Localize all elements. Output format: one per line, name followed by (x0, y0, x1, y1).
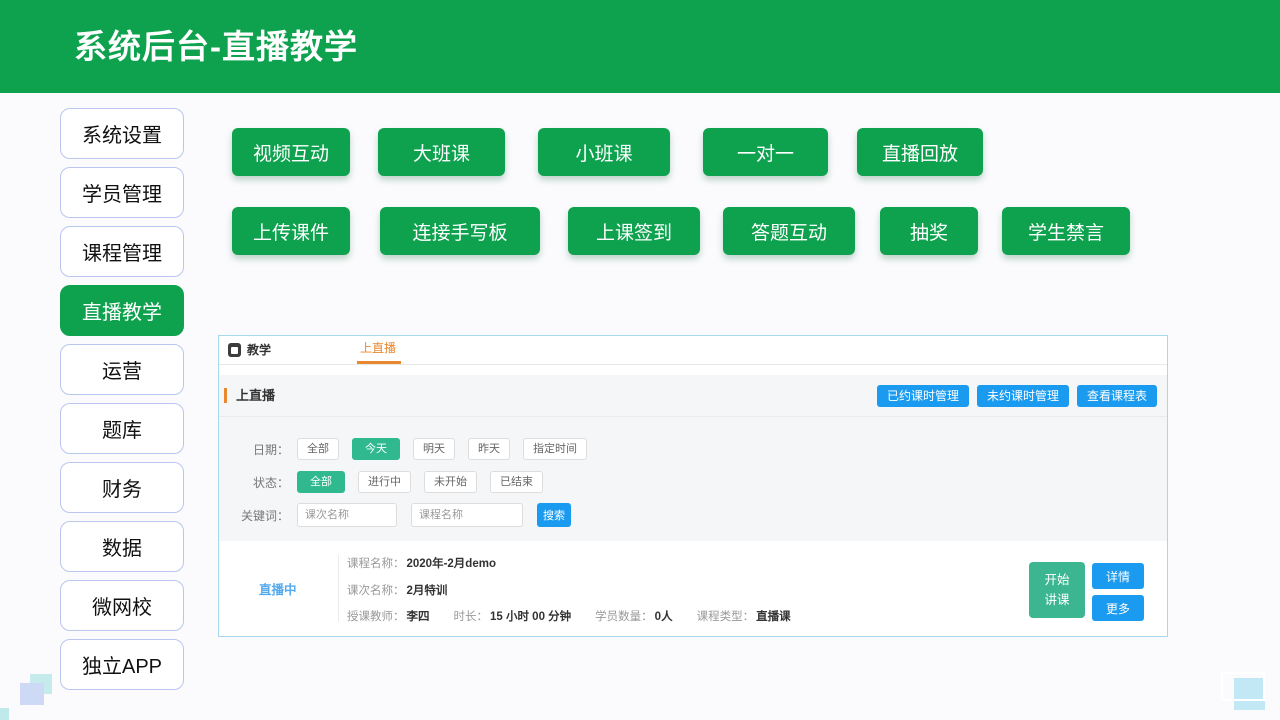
date-option-custom[interactable]: 指定时间 (523, 438, 587, 460)
feature-small-class[interactable]: 小班课 (538, 128, 670, 176)
live-status-badge: 直播中 (259, 541, 297, 636)
teaching-app-icon (228, 343, 241, 357)
start-teaching-button[interactable]: 开始讲课 (1029, 562, 1085, 618)
search-button[interactable]: 搜索 (537, 503, 571, 527)
course-name-row: 课程名称： 2020年-2月demo (347, 557, 520, 571)
date-option-today[interactable]: 今天 (352, 438, 400, 460)
sidebar-item-standalone-app[interactable]: 独立APP (60, 639, 184, 690)
duration-value: 15 小时 00 分钟 (490, 610, 571, 624)
status-option-all[interactable]: 全部 (297, 471, 345, 493)
sidebar-item-course-management[interactable]: 课程管理 (60, 226, 184, 277)
feature-one-on-one[interactable]: 一对一 (703, 128, 828, 176)
course-row: 直播中 课程名称： 2020年-2月demo 课次名称： 2月特训 授课教师： … (219, 541, 1167, 636)
sidebar-item-system-settings[interactable]: 系统设置 (60, 108, 184, 159)
session-name-value: 2月特训 (407, 584, 448, 598)
decorative-square-corner (0, 708, 9, 720)
filter-row-date: 日期： 全部 今天 明天 昨天 指定时间 (237, 437, 600, 461)
page-banner: 系统后台-直播教学 (0, 0, 1280, 93)
feature-live-replay[interactable]: 直播回放 (857, 128, 983, 176)
session-name-row: 课次名称： 2月特训 (347, 584, 471, 598)
status-option-ongoing[interactable]: 进行中 (358, 471, 411, 493)
course-name-label: 课程名称： (347, 557, 405, 571)
date-filter-label: 日期： (237, 441, 289, 458)
detail-button[interactable]: 详情 (1092, 563, 1144, 589)
section-title: 上直播 (224, 388, 275, 403)
more-button[interactable]: 更多 (1092, 595, 1144, 621)
sidebar-item-question-bank[interactable]: 题库 (60, 403, 184, 454)
status-option-ended[interactable]: 已结束 (490, 471, 543, 493)
filter-row-keyword: 关键词： 搜索 (237, 503, 571, 527)
feature-connect-tablet[interactable]: 连接手写板 (380, 207, 540, 255)
sidebar-item-operations[interactable]: 运营 (60, 344, 184, 395)
section-header: 上直播 已约课时管理 未约课时管理 查看课程表 (219, 375, 1167, 417)
date-option-all[interactable]: 全部 (297, 438, 339, 460)
feature-class-signin[interactable]: 上课签到 (568, 207, 700, 255)
students-label: 学员数量： (595, 610, 653, 624)
view-timetable-button[interactable]: 查看课程表 (1077, 385, 1157, 407)
status-option-not-started[interactable]: 未开始 (424, 471, 477, 493)
tab-go-live[interactable]: 上直播 (360, 336, 396, 361)
status-filter-label: 状态： (237, 474, 289, 491)
section-actions: 已约课时管理 未约课时管理 查看课程表 (877, 385, 1157, 407)
teacher-value: 李四 (407, 610, 430, 624)
decorative-square-outline (1221, 672, 1265, 701)
course-meta-row: 授课教师： 李四 时长： 15 小时 00 分钟 学员数量： 0人 课程类型： … (347, 610, 815, 624)
feature-quiz-interaction[interactable]: 答题互动 (723, 207, 855, 255)
sidebar-item-micro-school[interactable]: 微网校 (60, 580, 184, 631)
date-option-yesterday[interactable]: 昨天 (468, 438, 510, 460)
course-type-label: 课程类型： (697, 610, 755, 624)
course-name-input[interactable] (411, 503, 523, 527)
sidebar-item-data[interactable]: 数据 (60, 521, 184, 572)
tab-active-underline (357, 361, 401, 364)
course-name-value: 2020年-2月demo (407, 557, 496, 571)
feature-upload-courseware[interactable]: 上传课件 (232, 207, 350, 255)
duration-label: 时长： (454, 610, 489, 624)
feature-lottery[interactable]: 抽奖 (880, 207, 978, 255)
divider (338, 555, 339, 622)
nav-app-label: 教学 (247, 336, 271, 364)
admin-panel-screenshot: 教学 上直播 上直播 已约课时管理 未约课时管理 查看课程表 日期： 全部 今天… (218, 335, 1168, 637)
panel-nav-bar: 教学 上直播 (219, 336, 1167, 365)
session-name-input[interactable] (297, 503, 397, 527)
page-title: 系统后台-直播教学 (74, 0, 358, 93)
sidebar-item-student-management[interactable]: 学员管理 (60, 167, 184, 218)
date-option-tomorrow[interactable]: 明天 (413, 438, 455, 460)
keyword-filter-label: 关键词： (237, 507, 289, 524)
booked-lessons-button[interactable]: 已约课时管理 (877, 385, 969, 407)
unbooked-lessons-button[interactable]: 未约课时管理 (977, 385, 1069, 407)
filter-row-status: 状态： 全部 进行中 未开始 已结束 (237, 470, 556, 494)
students-value: 0人 (655, 610, 673, 624)
teacher-label: 授课教师： (347, 610, 405, 624)
decorative-square-lavender (20, 683, 44, 705)
session-name-label: 课次名称： (347, 584, 405, 598)
sidebar-item-live-teaching[interactable]: 直播教学 (60, 285, 184, 336)
course-type-value: 直播课 (756, 610, 791, 624)
sidebar: 系统设置 学员管理 课程管理 直播教学 运营 题库 财务 数据 微网校 独立AP… (60, 108, 184, 698)
feature-mute-students[interactable]: 学生禁言 (1002, 207, 1130, 255)
feature-large-class[interactable]: 大班课 (378, 128, 505, 176)
sidebar-item-finance[interactable]: 财务 (60, 462, 184, 513)
feature-video-interaction[interactable]: 视频互动 (232, 128, 350, 176)
